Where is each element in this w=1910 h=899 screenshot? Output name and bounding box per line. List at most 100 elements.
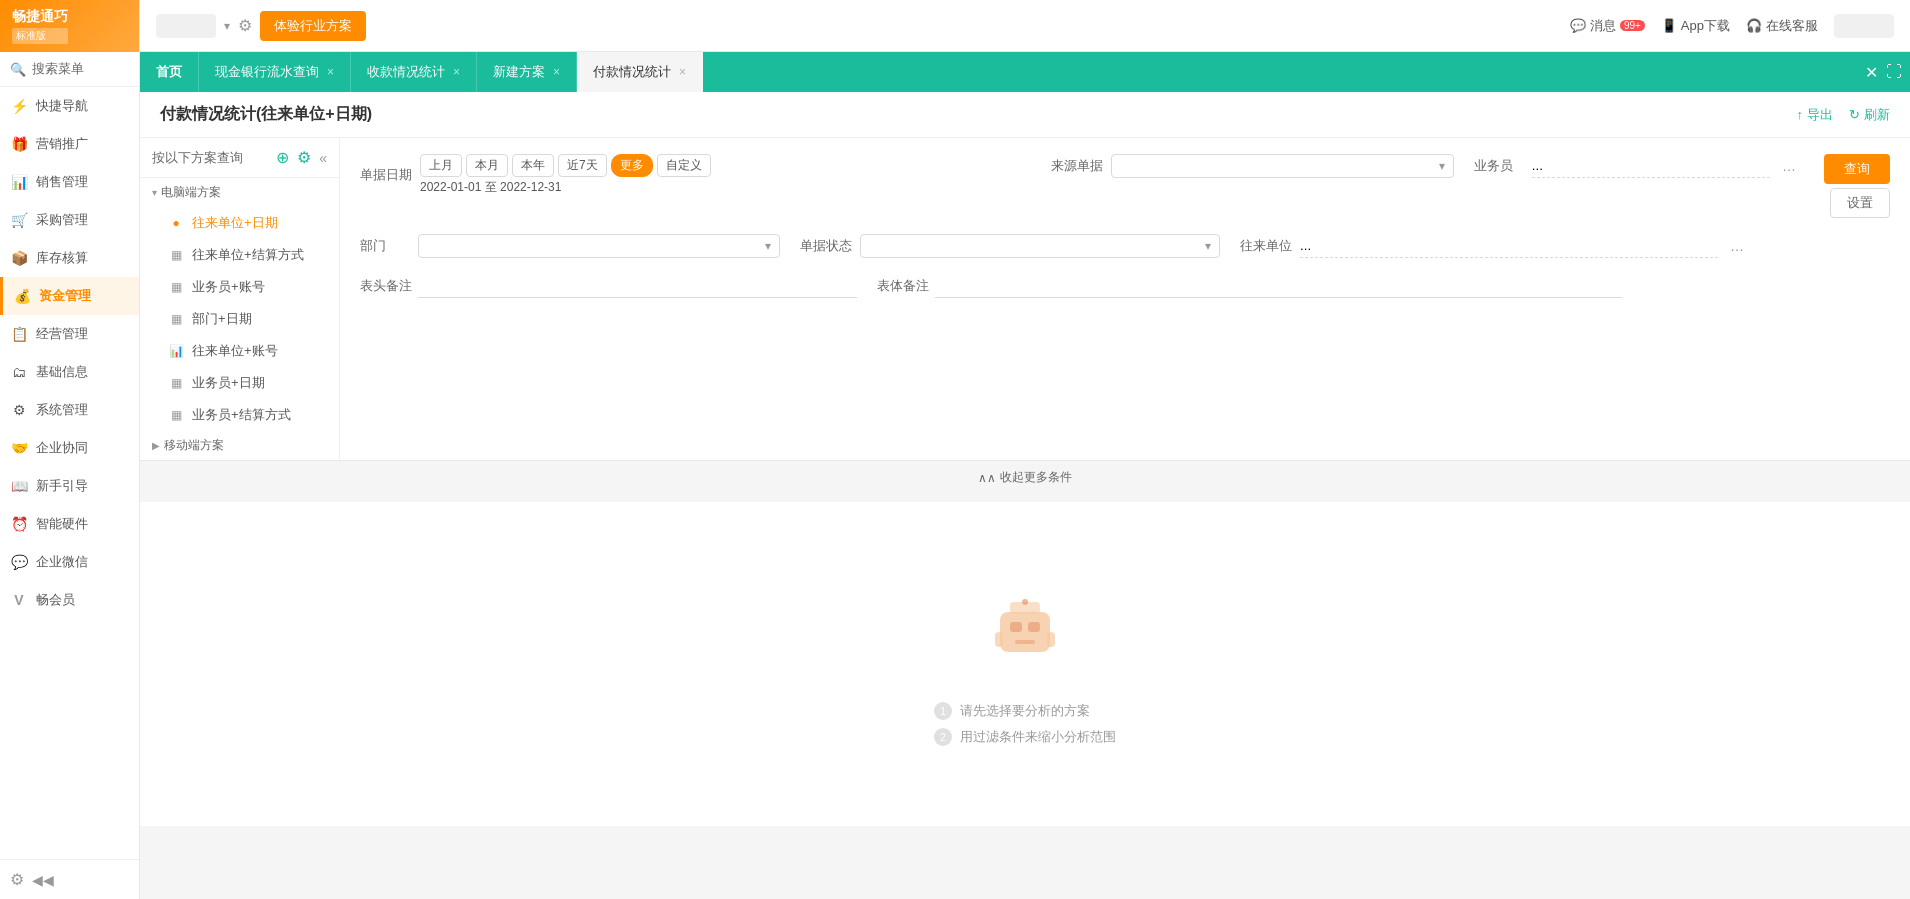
tab-bank-flow-label: 现金银行流水查询 xyxy=(215,63,319,81)
user-avatar[interactable] xyxy=(1834,14,1894,38)
headset-icon: 🎧 xyxy=(1746,18,1762,33)
scheme-item-unit-account[interactable]: 📊 往来单位+账号 xyxy=(140,335,339,367)
sidebar-item-quick-nav[interactable]: ⚡ 快捷导航 xyxy=(0,87,139,125)
tab-new-scheme-close[interactable]: × xyxy=(553,65,560,79)
staff-input[interactable] xyxy=(1532,154,1770,178)
scheme-mobile-category[interactable]: ▶ 移动端方案 xyxy=(140,431,339,460)
scheme-collapse-icon[interactable]: « xyxy=(319,150,327,166)
sidebar-item-finance[interactable]: 💰 资金管理 xyxy=(0,277,139,315)
scheme-item-staff-date[interactable]: ▦ 业务员+日期 xyxy=(140,367,339,399)
footer-settings-icon[interactable]: ⚙ xyxy=(10,870,24,889)
staff-more-icon[interactable]: … xyxy=(1782,158,1796,174)
date-btn-this-year[interactable]: 本年 xyxy=(512,154,554,177)
tab-new-scheme-label: 新建方案 xyxy=(493,63,545,81)
tab-maximize-icon[interactable]: ⛶ xyxy=(1886,63,1902,81)
sidebar-footer: ⚙ ◀◀ xyxy=(0,859,139,899)
sidebar-item-purchase[interactable]: 🛒 采购管理 xyxy=(0,201,139,239)
scheme-item-unit-date[interactable]: ● 往来单位+日期 xyxy=(140,207,339,239)
filter-item-header-note: 表头备注 xyxy=(360,274,857,298)
sidebar-item-weixin[interactable]: 💬 企业微信 xyxy=(0,543,139,581)
sidebar-item-enterprise[interactable]: 🤝 企业协同 xyxy=(0,429,139,467)
scheme-desktop-category[interactable]: ▾ 电脑端方案 xyxy=(140,178,339,207)
scheme-item-staff-account[interactable]: ▦ 业务员+账号 xyxy=(140,271,339,303)
filter-item-staff: 业务员 … xyxy=(1474,154,1796,178)
main-content: ▾ ⚙ 体验行业方案 💬 消息 99+ 📱 App下载 🎧 在线客服 首页 xyxy=(140,0,1910,899)
source-label: 来源单据 xyxy=(1051,157,1103,175)
tab-receivables-close[interactable]: × xyxy=(453,65,460,79)
sidebar-item-inventory[interactable]: 📦 库存核算 xyxy=(0,239,139,277)
tab-payments[interactable]: 付款情况统计 × xyxy=(577,52,703,92)
voucher-status-select[interactable]: ▾ xyxy=(860,234,1220,258)
tab-bank-flow-close[interactable]: × xyxy=(327,65,334,79)
sidebar-item-basic[interactable]: 🗂 基础信息 xyxy=(0,353,139,391)
partner-more-icon[interactable]: … xyxy=(1730,238,1744,254)
dept-select[interactable]: ▾ xyxy=(418,234,780,258)
scheme-item-label: 业务员+日期 xyxy=(192,374,265,392)
quick-nav-icon: ⚡ xyxy=(10,97,28,115)
setting-button[interactable]: 设置 xyxy=(1830,188,1890,218)
date-btn-custom[interactable]: 自定义 xyxy=(657,154,711,177)
company-dropdown-arrow[interactable]: ▾ xyxy=(224,19,230,33)
tab-receivables[interactable]: 收款情况统计 × xyxy=(351,52,477,92)
tab-new-scheme[interactable]: 新建方案 × xyxy=(477,52,577,92)
sidebar-item-system[interactable]: ⚙ 系统管理 xyxy=(0,391,139,429)
scheme-item-label: 往来单位+结算方式 xyxy=(192,246,304,264)
app-download-btn[interactable]: 📱 App下载 xyxy=(1661,17,1730,35)
sidebar-item-label: 系统管理 xyxy=(36,401,88,419)
sidebar-item-guide[interactable]: 📖 新手引导 xyxy=(0,467,139,505)
sidebar-item-member[interactable]: V 畅会员 xyxy=(0,581,139,619)
scheme-item-staff-settle[interactable]: ▦ 业务员+结算方式 xyxy=(140,399,339,431)
desktop-expand-icon: ▾ xyxy=(152,187,157,198)
source-select[interactable]: ▾ xyxy=(1111,154,1454,178)
date-btn-this-month[interactable]: 本月 xyxy=(466,154,508,177)
sidebar-item-sales[interactable]: 📊 销售管理 xyxy=(0,163,139,201)
query-button[interactable]: 查询 xyxy=(1824,154,1890,184)
empty-state-illustration xyxy=(975,582,1075,682)
header-note-input[interactable] xyxy=(418,274,857,298)
collapse-up-icon: ∧∧ xyxy=(978,471,996,485)
refresh-icon: ↻ xyxy=(1849,107,1860,122)
date-btn-last-month[interactable]: 上月 xyxy=(420,154,462,177)
filter-row-3: 表头备注 表体备注 xyxy=(360,274,1890,298)
sidebar-item-marketing[interactable]: 🎁 营销推广 xyxy=(0,125,139,163)
search-icon: 🔍 xyxy=(10,62,26,77)
scheme-active-dot: ● xyxy=(168,215,184,231)
scheme-item-unit-settle[interactable]: ▦ 往来单位+结算方式 xyxy=(140,239,339,271)
filter-row-1: 单据日期 上月 本月 本年 近7天 更多 自定义 2022-01-01 至 20… xyxy=(360,154,1890,218)
scheme-add-icon[interactable]: ⊕ xyxy=(276,148,289,167)
online-service-btn[interactable]: 🎧 在线客服 xyxy=(1746,17,1818,35)
settings-gear-icon[interactable]: ⚙ xyxy=(238,16,252,35)
sidebar-search[interactable]: 🔍 搜索菜单 xyxy=(0,52,139,87)
scheme-item-label: 往来单位+日期 xyxy=(192,214,278,232)
scheme-item-dept-date[interactable]: ▦ 部门+日期 xyxy=(140,303,339,335)
footer-collapse-icon[interactable]: ◀◀ xyxy=(32,872,54,888)
trial-button[interactable]: 体验行业方案 xyxy=(260,11,366,41)
sidebar-item-label: 智能硬件 xyxy=(36,515,88,533)
date-range-text: 2022-01-01 至 2022-12-31 xyxy=(420,179,1031,196)
messages-btn[interactable]: 💬 消息 99+ xyxy=(1570,17,1645,35)
inventory-icon: 📦 xyxy=(10,249,28,267)
export-button[interactable]: ↑ 导出 xyxy=(1797,106,1834,124)
sidebar-item-operation[interactable]: 📋 经营管理 xyxy=(0,315,139,353)
body-note-input[interactable] xyxy=(935,274,1622,298)
scheme-gear-icon[interactable]: ⚙ xyxy=(297,148,311,167)
tab-close-all-icon[interactable]: ✕ xyxy=(1865,63,1878,82)
voucher-status-arrow: ▾ xyxy=(1205,239,1211,253)
tab-bank-flow[interactable]: 现金银行流水查询 × xyxy=(199,52,351,92)
refresh-button[interactable]: ↻ 刷新 xyxy=(1849,106,1890,124)
app-download-label: App下载 xyxy=(1681,17,1730,35)
filter-item-voucher-status: 单据状态 ▾ xyxy=(800,234,1220,258)
date-btn-more[interactable]: 更多 xyxy=(611,154,653,177)
tab-home[interactable]: 首页 xyxy=(140,52,199,92)
empty-state: 1 请先选择要分析的方案 2 用过滤条件来缩小分析范围 xyxy=(140,502,1910,826)
tab-bar: 首页 现金银行流水查询 × 收款情况统计 × 新建方案 × 付款情况统计 × ✕… xyxy=(140,52,1910,92)
tab-payments-close[interactable]: × xyxy=(679,65,686,79)
date-btn-last-7[interactable]: 近7天 xyxy=(558,154,607,177)
company-selector[interactable] xyxy=(156,14,216,38)
svg-rect-5 xyxy=(1047,632,1055,647)
collapse-conditions-btn[interactable]: ∧∧ 收起更多条件 xyxy=(140,460,1910,494)
partner-input[interactable] xyxy=(1300,234,1718,258)
message-icon: 💬 xyxy=(1570,18,1586,33)
filter-item-source: 来源单据 ▾ xyxy=(1051,154,1454,178)
sidebar-item-hardware[interactable]: ⏰ 智能硬件 xyxy=(0,505,139,543)
